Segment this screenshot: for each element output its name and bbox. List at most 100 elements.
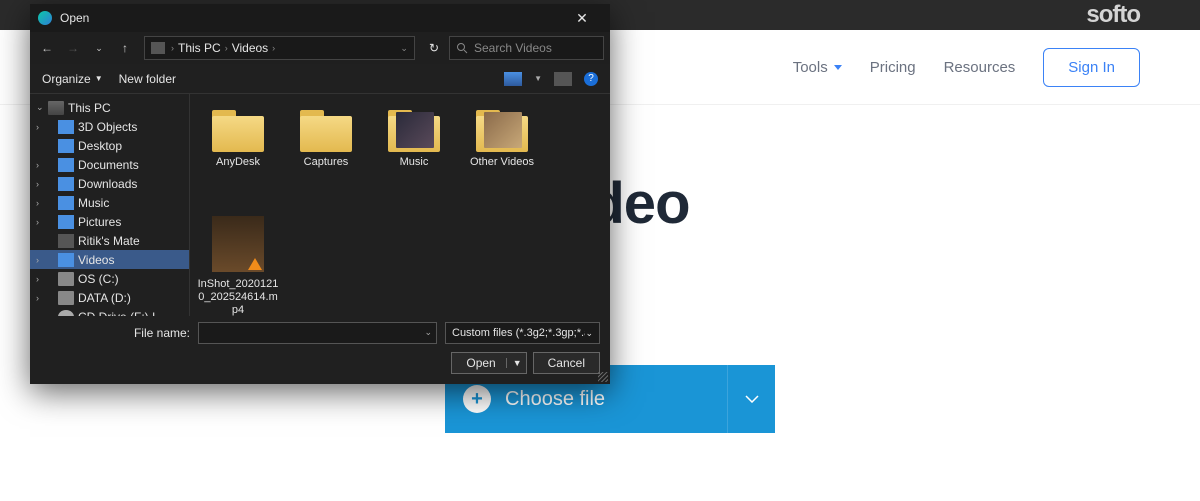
collapse-icon[interactable]: ⌄ bbox=[36, 102, 48, 113]
preview-pane-button[interactable] bbox=[554, 72, 572, 86]
folder-tree: ⌄ This PC › 3D Objects Desktop ›Documents… bbox=[30, 94, 190, 316]
tree-label: OS (C:) bbox=[78, 272, 119, 286]
dialog-titlebar[interactable]: Open ✕ bbox=[30, 4, 610, 32]
folder-icon bbox=[212, 106, 264, 150]
view-options-button[interactable] bbox=[504, 72, 522, 86]
organize-menu[interactable]: Organize ▼ bbox=[42, 72, 103, 86]
folder-icon bbox=[58, 234, 74, 248]
search-icon bbox=[456, 42, 468, 54]
tree-documents[interactable]: ›Documents bbox=[30, 155, 189, 174]
search-placeholder: Search Videos bbox=[474, 41, 552, 55]
signin-button[interactable]: Sign In bbox=[1043, 48, 1140, 87]
new-folder-button[interactable]: New folder bbox=[119, 72, 176, 86]
file-label: AnyDesk bbox=[214, 156, 262, 169]
tree-ritiks-mate[interactable]: Ritik's Mate bbox=[30, 231, 189, 250]
dialog-title: Open bbox=[60, 11, 89, 25]
expand-icon[interactable]: › bbox=[36, 274, 48, 284]
expand-icon[interactable]: › bbox=[36, 179, 48, 189]
tree-os-c[interactable]: › OS (C:) bbox=[30, 269, 189, 288]
dialog-nav-bar: ← → ⌄ ↑ › This PC › Videos › ⌄ ↻ Search … bbox=[30, 32, 610, 64]
nav-pricing[interactable]: Pricing bbox=[870, 59, 916, 76]
recent-locations-dropdown[interactable]: ⌄ bbox=[88, 37, 110, 59]
expand-icon[interactable]: › bbox=[36, 255, 48, 265]
expand-icon[interactable]: › bbox=[36, 198, 48, 208]
tree-3d-objects[interactable]: › 3D Objects bbox=[30, 117, 189, 136]
folder-icon bbox=[476, 106, 528, 150]
breadcrumb-sep-icon: › bbox=[171, 43, 174, 53]
file-music[interactable]: Music bbox=[370, 102, 458, 212]
open-button[interactable]: Open ▼ bbox=[451, 352, 526, 374]
tree-label: Pictures bbox=[78, 215, 121, 229]
breadcrumb-videos[interactable]: Videos bbox=[232, 41, 268, 55]
address-bar[interactable]: › This PC › Videos › ⌄ bbox=[144, 36, 415, 60]
breadcrumb-sep-icon: › bbox=[272, 43, 275, 53]
close-button[interactable]: ✕ bbox=[562, 10, 602, 27]
open-dropdown-icon[interactable]: ▼ bbox=[506, 358, 522, 368]
folder-icon bbox=[58, 120, 74, 134]
help-icon[interactable]: ? bbox=[584, 72, 598, 86]
folder-icon bbox=[58, 177, 74, 191]
file-captures[interactable]: Captures bbox=[282, 102, 370, 212]
file-name-input[interactable]: ⌄ bbox=[198, 322, 437, 344]
file-name-label: File name: bbox=[40, 326, 190, 340]
file-type-filter[interactable]: Custom files (*.3g2;*.3gp;*.aaf;*. ⌄ bbox=[445, 322, 600, 344]
tree-label: Downloads bbox=[78, 177, 137, 191]
organize-label: Organize bbox=[42, 72, 91, 86]
folder-icon bbox=[300, 106, 352, 150]
resize-grip[interactable] bbox=[598, 372, 608, 382]
search-input[interactable]: Search Videos bbox=[449, 36, 604, 60]
chevron-down-icon: ⌄ bbox=[585, 328, 593, 339]
file-open-dialog: Open ✕ ← → ⌄ ↑ › This PC › Videos › ⌄ ↻ … bbox=[30, 4, 610, 384]
forward-button[interactable]: → bbox=[62, 37, 84, 59]
expand-icon[interactable]: › bbox=[36, 122, 48, 132]
breadcrumb-this-pc[interactable]: This PC bbox=[178, 41, 221, 55]
tree-data-d[interactable]: › DATA (D:) bbox=[30, 288, 189, 307]
tree-label: DATA (D:) bbox=[78, 291, 131, 305]
tree-desktop[interactable]: Desktop bbox=[30, 136, 189, 155]
file-label: Captures bbox=[302, 156, 351, 169]
nav-tools-label: Tools bbox=[793, 59, 828, 76]
chevron-down-icon bbox=[745, 395, 759, 403]
tree-this-pc[interactable]: ⌄ This PC bbox=[30, 98, 189, 117]
tree-downloads[interactable]: › Downloads bbox=[30, 174, 189, 193]
open-label: Open bbox=[466, 356, 495, 370]
file-other-videos[interactable]: Other Videos bbox=[458, 102, 546, 212]
edge-browser-icon bbox=[38, 11, 52, 25]
chevron-down-icon[interactable]: ⌄ bbox=[424, 327, 432, 338]
tree-label: Desktop bbox=[78, 139, 122, 153]
file-list[interactable]: AnyDesk Captures Music Other Videos InSh… bbox=[190, 94, 610, 316]
pc-icon bbox=[48, 101, 64, 115]
chevron-down-icon bbox=[834, 65, 842, 70]
up-button[interactable]: ↑ bbox=[114, 37, 136, 59]
folder-icon bbox=[388, 106, 440, 150]
nav-tools[interactable]: Tools bbox=[793, 59, 842, 76]
address-history-dropdown[interactable]: ⌄ bbox=[400, 43, 408, 54]
tree-label: This PC bbox=[68, 101, 111, 115]
expand-icon[interactable]: › bbox=[36, 293, 48, 303]
nav-resources[interactable]: Resources bbox=[944, 59, 1016, 76]
file-label: InShot_20201210_202524614.mp4 bbox=[194, 278, 282, 316]
expand-icon[interactable]: › bbox=[36, 160, 48, 170]
tree-label: Videos bbox=[78, 253, 114, 267]
expand-icon[interactable]: › bbox=[36, 217, 48, 227]
file-inshot-video[interactable]: InShot_20201210_202524614.mp4 bbox=[194, 212, 282, 316]
file-anydesk[interactable]: AnyDesk bbox=[194, 102, 282, 212]
filter-label: Custom files (*.3g2;*.3gp;*.aaf;*. bbox=[452, 327, 585, 339]
dialog-toolbar: Organize ▼ New folder ▼ ? bbox=[30, 64, 610, 94]
tree-videos[interactable]: › Videos bbox=[30, 250, 189, 269]
tree-label: 3D Objects bbox=[78, 120, 137, 134]
back-button[interactable]: ← bbox=[36, 37, 58, 59]
breadcrumb-sep-icon: › bbox=[225, 43, 228, 53]
video-thumbnail-icon bbox=[212, 216, 264, 272]
drive-icon bbox=[58, 291, 74, 305]
folder-icon bbox=[58, 196, 74, 210]
tree-pictures[interactable]: › Pictures bbox=[30, 212, 189, 231]
cancel-button[interactable]: Cancel bbox=[533, 352, 600, 374]
folder-icon bbox=[58, 215, 74, 229]
tree-music[interactable]: ›Music bbox=[30, 193, 189, 212]
tree-cd-drive[interactable]: CD Drive (F:) I bbox=[30, 307, 189, 316]
refresh-button[interactable]: ↻ bbox=[423, 41, 445, 55]
folder-icon bbox=[58, 139, 74, 153]
site-logo: softo bbox=[1086, 0, 1140, 30]
choose-file-dropdown[interactable] bbox=[727, 365, 775, 433]
